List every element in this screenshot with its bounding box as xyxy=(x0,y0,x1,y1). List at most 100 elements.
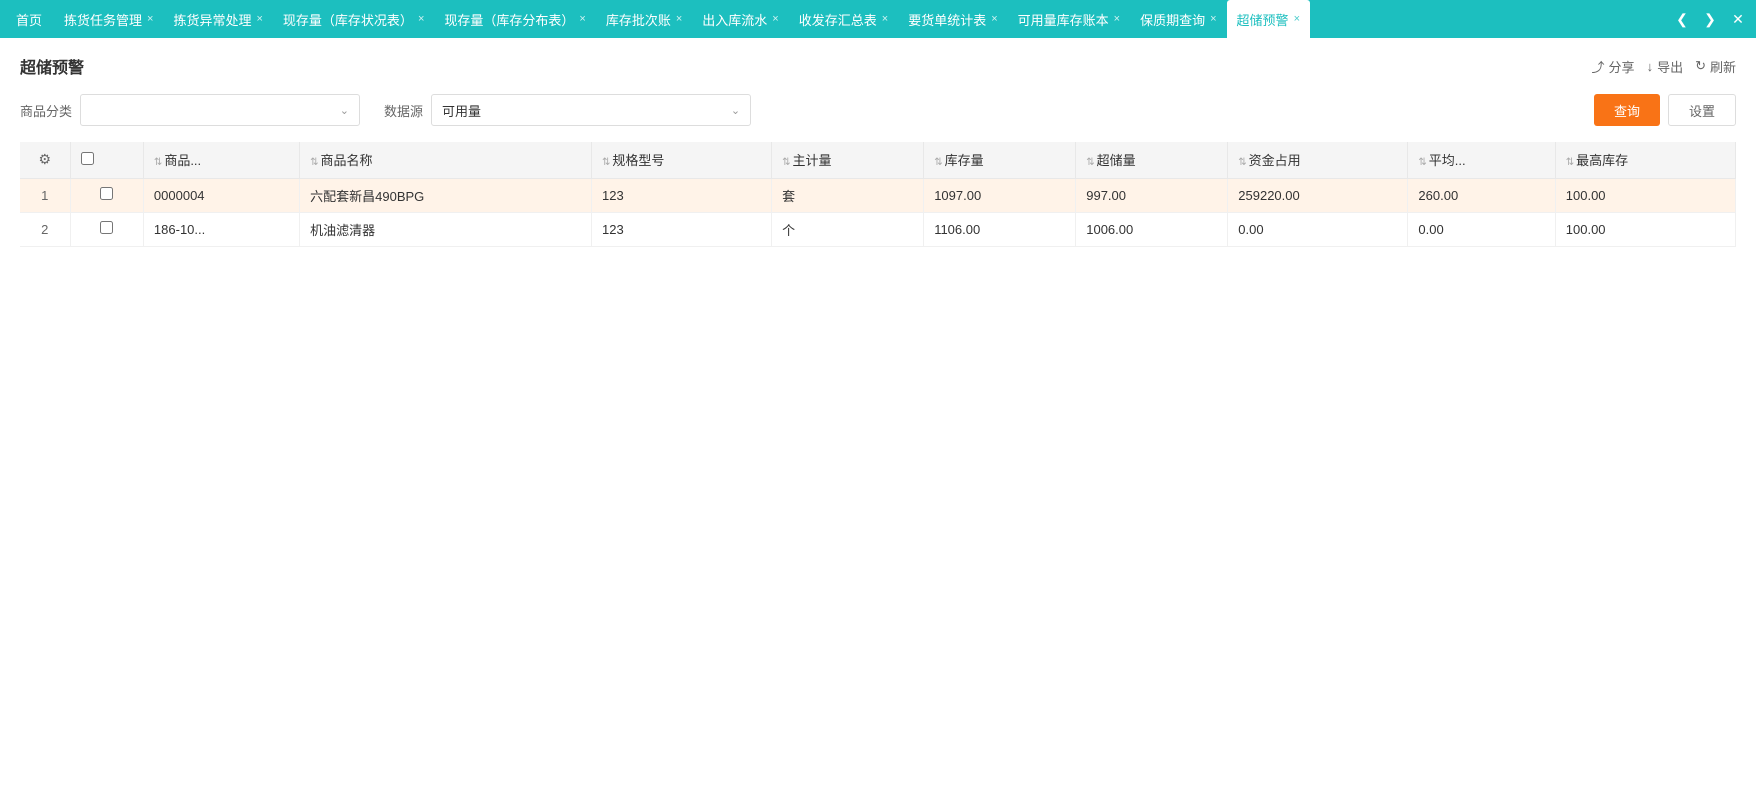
sort-icon-max: ⇅ xyxy=(1566,157,1574,168)
nav-item-拣货任务管理[interactable]: 拣货任务管理 × xyxy=(54,0,163,38)
th-spec[interactable]: ⇅规格型号 xyxy=(592,142,772,178)
unit: 套 xyxy=(772,178,924,212)
max-stock: 100.00 xyxy=(1555,178,1735,212)
export-icon: ↓ xyxy=(1647,59,1654,74)
unit: 个 xyxy=(772,212,924,246)
nav-item-label: 要货单统计表 xyxy=(908,10,986,29)
chevron-down-icon-2: ⌄ xyxy=(731,104,740,117)
max-stock: 100.00 xyxy=(1555,212,1735,246)
th-gear[interactable]: ⚙ xyxy=(20,142,70,178)
row-checkbox[interactable] xyxy=(100,221,113,234)
nav-item-现存量-库存分布表-[interactable]: 现存量（库存分布表） × xyxy=(434,0,595,38)
capital: 259220.00 xyxy=(1228,178,1408,212)
nav-item-可用量库存账本[interactable]: 可用量库存账本 × xyxy=(1008,0,1130,38)
sort-icon-unit: ⇅ xyxy=(782,157,790,168)
nav-item-保质期查询[interactable]: 保质期查询× xyxy=(1130,0,1226,38)
stock: 1097.00 xyxy=(924,178,1076,212)
nav-bar: 首页 拣货任务管理×拣货异常处理×现存量（库存状况表）×现存量（库存分布表）×库… xyxy=(0,0,1756,38)
th-avg[interactable]: ⇅平均... xyxy=(1408,142,1555,178)
overstock: 1006.00 xyxy=(1076,212,1228,246)
spec: 123 xyxy=(592,178,772,212)
row-index: 1 xyxy=(20,178,70,212)
sort-icon-capital: ⇅ xyxy=(1238,157,1246,168)
close-icon[interactable]: × xyxy=(991,13,997,25)
sort-icon-stock: ⇅ xyxy=(934,157,942,168)
nav-item-label: 可用量库存账本 xyxy=(1018,10,1109,29)
close-icon[interactable]: × xyxy=(1210,13,1216,25)
close-icon[interactable]: × xyxy=(579,13,585,25)
capital: 0.00 xyxy=(1228,212,1408,246)
sort-icon-code: ⇅ xyxy=(154,157,162,168)
row-checkbox[interactable] xyxy=(100,187,113,200)
nav-item-label: 库存批次账 xyxy=(606,10,671,29)
title-actions: ⤴ 分享 ↓ 导出 ↻ 刷新 xyxy=(1592,57,1736,76)
sort-icon-name: ⇅ xyxy=(310,157,318,168)
nav-prev-button[interactable]: ❮ xyxy=(1668,0,1696,38)
datasource-label: 数据源 xyxy=(384,101,423,120)
sort-icon-avg: ⇅ xyxy=(1418,157,1426,168)
th-max-stock[interactable]: ⇅最高库存 xyxy=(1555,142,1735,178)
close-icon[interactable]: × xyxy=(147,13,153,25)
export-label: 导出 xyxy=(1657,57,1683,76)
nav-item-label: 现存量（库存状况表） xyxy=(283,10,413,29)
avg: 260.00 xyxy=(1408,178,1555,212)
page-title: 超储预警 xyxy=(20,54,84,78)
query-button[interactable]: 查询 xyxy=(1594,94,1660,126)
table-row: 2 186-10... 机油滤清器 123 个 1106.00 1006.00 … xyxy=(20,212,1736,246)
table-header-row: ⚙ ⇅商品... ⇅商品名称 ⇅规格型号 ⇅主计量 ⇅库存量 xyxy=(20,142,1736,178)
nav-home[interactable]: 首页 xyxy=(4,10,54,29)
category-label: 商品分类 xyxy=(20,101,72,120)
refresh-button[interactable]: ↻ 刷新 xyxy=(1695,57,1736,76)
share-icon: ⤴ xyxy=(1592,57,1605,76)
export-button[interactable]: ↓ 导出 xyxy=(1647,57,1684,76)
overstock: 997.00 xyxy=(1076,178,1228,212)
th-capital[interactable]: ⇅资金占用 xyxy=(1228,142,1408,178)
filter-row: 商品分类 ⌄ 数据源 可用量 ⌄ 查询 设置 xyxy=(20,94,1736,126)
datasource-filter: 数据源 可用量 ⌄ xyxy=(384,94,751,126)
gear-icon: ⚙ xyxy=(38,151,51,167)
nav-item-label: 拣货异常处理 xyxy=(173,10,251,29)
close-icon[interactable]: × xyxy=(1114,13,1120,25)
nav-item-label: 拣货任务管理 xyxy=(64,10,142,29)
nav-item-超储预警[interactable]: 超储预警× xyxy=(1227,0,1310,38)
close-icon[interactable]: × xyxy=(1294,13,1300,25)
nav-close-button[interactable]: ✕ xyxy=(1724,0,1752,38)
share-button[interactable]: ⤴ 分享 xyxy=(1592,57,1635,76)
close-icon[interactable]: × xyxy=(882,13,888,25)
product-name: 机油滤清器 xyxy=(300,212,592,246)
category-select[interactable]: ⌄ xyxy=(80,94,360,126)
row-index: 2 xyxy=(20,212,70,246)
nav-item-收发存汇总表[interactable]: 收发存汇总表× xyxy=(789,0,898,38)
sort-icon-overstock: ⇅ xyxy=(1086,157,1094,168)
share-label: 分享 xyxy=(1609,57,1635,76)
th-overstock[interactable]: ⇅超储量 xyxy=(1076,142,1228,178)
th-stock[interactable]: ⇅库存量 xyxy=(924,142,1076,178)
close-icon[interactable]: × xyxy=(676,13,682,25)
row-checkbox-cell[interactable] xyxy=(70,212,143,246)
nav-item-label: 现存量（库存分布表） xyxy=(444,10,574,29)
th-unit[interactable]: ⇅主计量 xyxy=(772,142,924,178)
select-all-checkbox[interactable] xyxy=(81,152,94,165)
sort-icon-spec: ⇅ xyxy=(602,157,610,168)
nav-item-要货单统计表[interactable]: 要货单统计表 × xyxy=(898,0,1007,38)
row-checkbox-cell[interactable] xyxy=(70,178,143,212)
close-icon[interactable]: × xyxy=(772,13,778,25)
nav-item-拣货异常处理[interactable]: 拣货异常处理 × xyxy=(163,0,272,38)
spec: 123 xyxy=(592,212,772,246)
nav-item-出入库流水[interactable]: 出入库流水 × xyxy=(692,0,788,38)
data-table: ⚙ ⇅商品... ⇅商品名称 ⇅规格型号 ⇅主计量 ⇅库存量 xyxy=(20,142,1736,247)
nav-item-现存量-库存状况表-[interactable]: 现存量（库存状况表） × xyxy=(273,0,434,38)
th-product-code[interactable]: ⇅商品... xyxy=(143,142,299,178)
chevron-down-icon: ⌄ xyxy=(340,104,349,117)
settings-button[interactable]: 设置 xyxy=(1668,94,1736,126)
th-checkbox[interactable] xyxy=(70,142,143,178)
nav-next-button[interactable]: ❯ xyxy=(1696,0,1724,38)
th-product-name[interactable]: ⇅商品名称 xyxy=(300,142,592,178)
nav-item-label: 出入库流水 xyxy=(702,10,767,29)
nav-item-库存批次账[interactable]: 库存批次账 × xyxy=(596,0,692,38)
product-code: 186-10... xyxy=(143,212,299,246)
close-icon[interactable]: × xyxy=(256,13,262,25)
product-name: 六配套新昌490BPG xyxy=(300,178,592,212)
close-icon[interactable]: × xyxy=(418,13,424,25)
datasource-select[interactable]: 可用量 ⌄ xyxy=(431,94,751,126)
